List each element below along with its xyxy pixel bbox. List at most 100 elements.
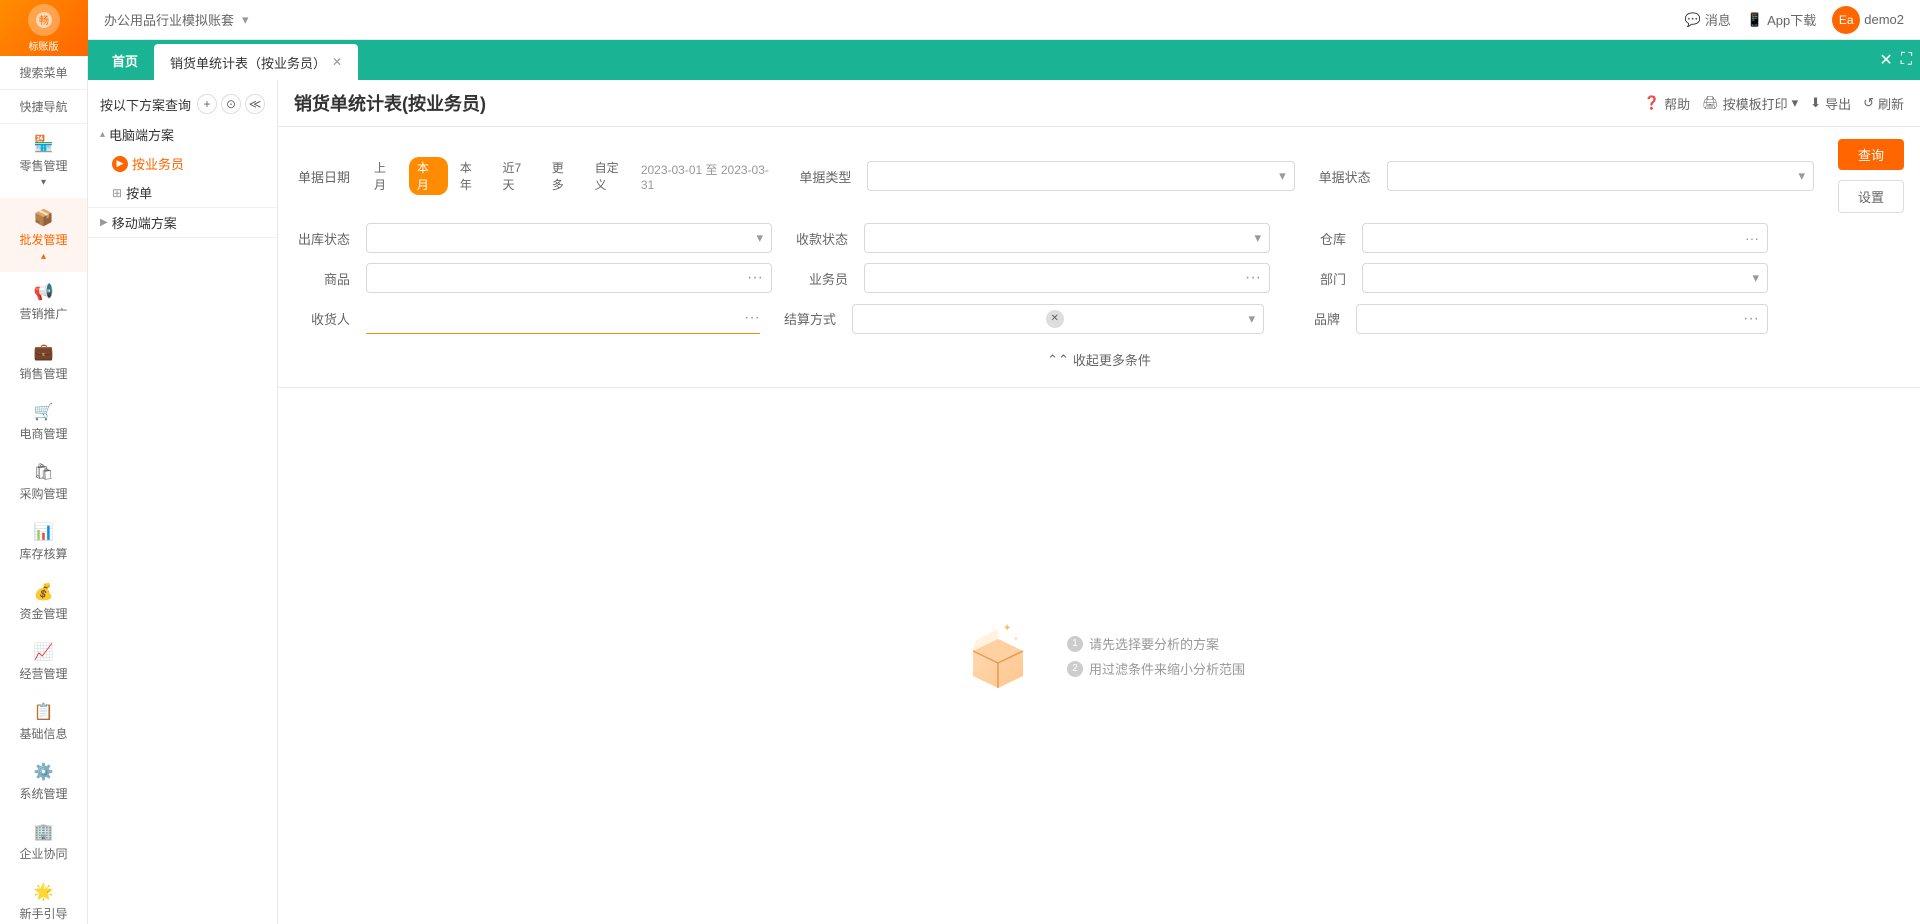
sidebar-item-operations-label: 经营管理: [19, 665, 67, 682]
docstatus-select[interactable]: [1387, 161, 1814, 191]
receiver-control: ···: [366, 303, 760, 334]
brand-select[interactable]: ···: [1356, 304, 1768, 334]
sidebar-item-inventory[interactable]: 📊 库存核算: [0, 512, 87, 572]
sidebar-menu: 🏪 零售管理 ▾ 📦 批发管理 ▴ 📢 营销推广 💼 销售管理 🛒 电商管理 🛍…: [0, 124, 87, 924]
date-tab-lastmonth[interactable]: 上月: [366, 157, 405, 195]
date-tab-thismonth[interactable]: 本月: [409, 157, 448, 195]
tab-maximize-icon[interactable]: ⛶: [1901, 51, 1912, 69]
outstatus-label: 出库状态: [294, 229, 350, 248]
tree-item-by-staff[interactable]: ▶ 按业务员: [88, 149, 277, 178]
filter-row-3: 商品 ··· 业务员 ··· 部门: [294, 263, 1904, 293]
svg-text:畅: 畅: [39, 14, 49, 27]
sidebar-item-system[interactable]: ⚙️ 系统管理: [0, 752, 87, 812]
sidebar-item-purchase[interactable]: 🛍 采购管理: [0, 452, 87, 512]
date-tab-7days[interactable]: 近7天: [495, 157, 540, 195]
wholesale-icon: 📦: [34, 208, 54, 228]
sidebar-item-retail-label: 零售管理: [19, 157, 67, 174]
settlement-select[interactable]: ✕: [852, 304, 1264, 334]
empty-tips: 1 请先选择要分析的方案 2 用过滤条件来缩小分析范围: [1067, 634, 1245, 678]
active-dot-icon: ▶: [112, 156, 128, 172]
message-icon: 💬: [1685, 12, 1701, 28]
product-select[interactable]: ···: [366, 263, 772, 293]
docstatus-label: 单据状态: [1311, 167, 1371, 186]
basic-icon: 📋: [34, 702, 54, 722]
empty-tip-2: 2 用过滤条件来缩小分析范围: [1067, 659, 1245, 678]
warehouse-select[interactable]: ···: [1362, 223, 1768, 253]
refresh-btn[interactable]: ↺ 刷新: [1863, 94, 1904, 113]
filter-row-2: 出库状态 收款状态 仓库 ···: [294, 223, 1904, 253]
enterprise-icon: 🏢: [34, 822, 54, 842]
topbar-dropdown-icon[interactable]: ▾: [242, 12, 249, 28]
doctype-select[interactable]: [867, 161, 1294, 191]
collapse-btn[interactable]: ⌃⌃ 收起更多条件: [294, 344, 1904, 375]
export-btn[interactable]: ⬇ 导出: [1810, 94, 1851, 113]
sidebar-item-inventory-label: 库存核算: [19, 545, 67, 562]
message-btn[interactable]: 💬 消息: [1685, 10, 1731, 29]
data-area: ✦ ✦ 1 请先选择要分析的方案 2 用过滤条件来缩小分析范围: [278, 388, 1920, 924]
pc-section-header[interactable]: ▴ 电脑端方案: [88, 120, 277, 149]
date-tab-thisyear[interactable]: 本年: [452, 157, 491, 195]
mobile-expand-icon: ▶: [100, 217, 108, 228]
sidebar-item-ecommerce[interactable]: 🛒 电商管理: [0, 392, 87, 452]
collapse-panel-btn[interactable]: ≪: [245, 94, 265, 114]
print-chevron-icon: ▾: [1792, 95, 1799, 111]
purchase-icon: 🛍: [33, 462, 53, 482]
quick-nav[interactable]: 快捷导航: [0, 90, 87, 124]
dept-select[interactable]: [1362, 263, 1768, 293]
mobile-section: ▶ 移动端方案: [88, 208, 277, 238]
sidebar-item-operations[interactable]: 📈 经营管理: [0, 632, 87, 692]
sidebar-item-basic-label: 基础信息: [19, 725, 67, 742]
sidebar-item-wholesale[interactable]: 📦 批发管理 ▴: [0, 198, 87, 272]
topbar-title: 办公用品行业模拟账套: [104, 10, 234, 29]
outstatus-select[interactable]: [366, 223, 772, 253]
search-menu[interactable]: 搜索菜单: [0, 56, 87, 90]
tab-home[interactable]: 首页: [96, 40, 154, 80]
pc-expand-icon: ▴: [100, 129, 105, 140]
date-tab-more[interactable]: 更多: [544, 157, 583, 195]
sidebar-item-marketing[interactable]: 📢 营销推广: [0, 272, 87, 332]
receiver-dots-icon: ···: [744, 309, 760, 327]
mobile-section-header[interactable]: ▶ 移动端方案: [88, 208, 277, 237]
svg-text:✦: ✦: [1013, 635, 1019, 643]
help-btn[interactable]: ❓ 帮助: [1644, 94, 1690, 113]
retail-icon: 🏪: [34, 134, 54, 154]
sidebar-item-finance[interactable]: 💰 资金管理: [0, 572, 87, 632]
topbar-left: 办公用品行业模拟账套 ▾: [104, 10, 249, 29]
receiptstatus-label: 收款状态: [788, 229, 848, 248]
add-scheme-btn[interactable]: +: [197, 94, 217, 114]
marketing-icon: 📢: [34, 282, 54, 302]
filter-area: 单据日期 上月 本月 本年 近7天 更多 自定义 2023-03-01 至 20…: [278, 127, 1920, 388]
wholesale-expand-icon: ▴: [41, 251, 46, 262]
app-download-btn[interactable]: 📱 App下载: [1747, 10, 1816, 29]
sidebar-item-sales[interactable]: 💼 销售管理: [0, 332, 87, 392]
warehouse-dots-icon: ···: [1745, 230, 1759, 246]
doctype-label: 单据类型: [791, 167, 851, 186]
sidebar-item-newbie[interactable]: 🌟 新手引导: [0, 872, 87, 924]
setting-btn[interactable]: 设置: [1838, 180, 1904, 213]
receiver-input[interactable]: [366, 303, 740, 333]
filter-row-1: 单据日期 上月 本月 本年 近7天 更多 自定义 2023-03-01 至 20…: [294, 139, 1904, 213]
user-avatar[interactable]: Ea demo2: [1832, 6, 1904, 34]
settings-scheme-btn[interactable]: ⊙: [221, 94, 241, 114]
tree-item-by-order[interactable]: ⊞ 按单: [88, 178, 277, 207]
sidebar-item-marketing-label: 营销推广: [19, 305, 67, 322]
template-print-btn[interactable]: 🖨 按模板打印 ▾: [1702, 94, 1798, 113]
settlement-clear-icon[interactable]: ✕: [1046, 310, 1064, 328]
content-area: 按以下方案查询 + ⊙ ≪ ▴ 电脑端方案 ▶ 按业务员 ⊞ 按: [88, 80, 1920, 924]
receiptstatus-select[interactable]: [864, 223, 1270, 253]
date-tab-custom[interactable]: 自定义: [587, 157, 637, 195]
sidebar: 畅 标账版 搜索菜单 快捷导航 🏪 零售管理 ▾ 📦 批发管理 ▴ 📢 营销推广…: [0, 0, 88, 924]
order-icon: ⊞: [112, 186, 122, 200]
staff-select[interactable]: ···: [864, 263, 1270, 293]
query-btn[interactable]: 查询: [1838, 139, 1904, 170]
sidebar-item-retail[interactable]: 🏪 零售管理 ▾: [0, 124, 87, 198]
tab-sales-report[interactable]: 销货单统计表（按业务员） ✕: [154, 44, 358, 80]
tab-close-window-icon[interactable]: ✕: [1879, 50, 1892, 70]
refresh-icon: ↺: [1863, 95, 1874, 111]
sidebar-item-basic[interactable]: 📋 基础信息: [0, 692, 87, 752]
tab-close-icon[interactable]: ✕: [332, 55, 342, 69]
date-label: 单据日期: [294, 167, 350, 186]
sidebar-item-enterprise[interactable]: 🏢 企业协同: [0, 812, 87, 872]
logo-text: 标账版: [29, 38, 59, 53]
ecommerce-icon: 🛒: [34, 402, 54, 422]
